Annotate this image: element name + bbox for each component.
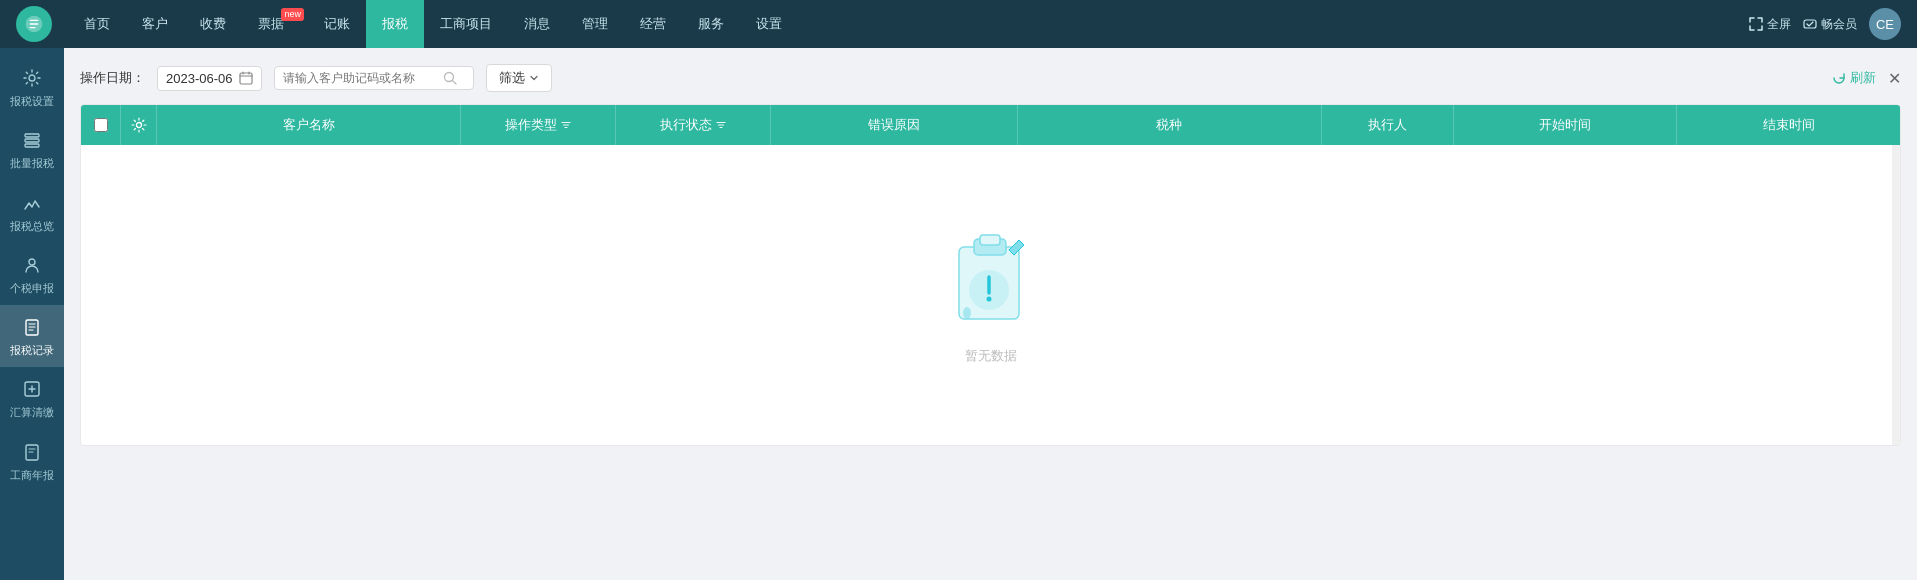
toolbar-right: 刷新 ✕ — [1832, 69, 1901, 88]
nav-items: 首页 客户 收费 票据 new 记账 报税 工商项目 消息 管理 经营 服务 设… — [68, 0, 1749, 48]
main-content: 操作日期： 2023-06-06 筛选 刷新 ✕ — [64, 48, 1917, 580]
scrollbar[interactable] — [1892, 145, 1900, 445]
refresh-button[interactable]: 刷新 — [1832, 69, 1876, 87]
empty-illustration — [941, 225, 1041, 335]
svg-point-17 — [963, 307, 971, 319]
vip-label: 畅会员 — [1821, 16, 1857, 33]
nav-item-fee[interactable]: 收费 — [184, 0, 242, 48]
main-layout: 报税设置 批量报税 报税总览 个税申报 报税记录 — [0, 48, 1917, 580]
svg-point-11 — [136, 123, 141, 128]
nav-item-message[interactable]: 消息 — [508, 0, 566, 48]
nav-item-management[interactable]: 管理 — [566, 0, 624, 48]
sidebar-item-tax-overview[interactable]: 报税总览 — [0, 181, 64, 243]
nav-item-bookkeeping[interactable]: 记账 — [308, 0, 366, 48]
svg-rect-9 — [240, 73, 252, 84]
batch-icon — [20, 128, 44, 152]
refresh-label: 刷新 — [1850, 69, 1876, 87]
filter-icon-exec-status[interactable] — [716, 120, 726, 130]
th-checkbox[interactable] — [81, 105, 121, 145]
nav-item-business[interactable]: 工商项目 — [424, 0, 508, 48]
sidebar-item-calc-submit[interactable]: 汇算清缴 — [0, 367, 64, 429]
svg-point-5 — [29, 259, 35, 265]
th-customer-name: 客户名称 — [157, 105, 461, 145]
new-badge: new — [281, 8, 304, 21]
chevron-down-icon — [529, 73, 539, 83]
sidebar-label-annual-report: 工商年报 — [10, 468, 54, 482]
th-end-time: 结束时间 — [1677, 105, 1900, 145]
svg-rect-3 — [25, 139, 39, 142]
sidebar-label-tax-overview: 报税总览 — [10, 219, 54, 233]
nav-right: 全屏 畅会员 CE — [1749, 8, 1901, 40]
nav-item-service[interactable]: 服务 — [682, 0, 740, 48]
sidebar-item-tax-settings[interactable]: 报税设置 — [0, 56, 64, 118]
sidebar: 报税设置 批量报税 报税总览 个税申报 报税记录 — [0, 48, 64, 580]
table-body: 暂无数据 — [81, 145, 1900, 445]
sidebar-label-calc-submit: 汇算清缴 — [10, 405, 54, 419]
svg-rect-0 — [1804, 20, 1816, 28]
avatar[interactable]: CE — [1869, 8, 1901, 40]
svg-rect-14 — [980, 235, 1000, 245]
date-label: 操作日期： — [80, 69, 145, 87]
table-wrap: 客户名称 操作类型 执行状态 错误原因 税种 执行人 开始时间 结束时间 — [80, 104, 1901, 446]
column-settings-icon — [131, 117, 147, 133]
th-tax-type: 税种 — [1018, 105, 1322, 145]
toolbar: 操作日期： 2023-06-06 筛选 刷新 ✕ — [80, 64, 1901, 92]
top-nav: 首页 客户 收费 票据 new 记账 报税 工商项目 消息 管理 经营 服务 设… — [0, 0, 1917, 48]
record-icon — [20, 315, 44, 339]
th-exec-status: 执行状态 — [616, 105, 771, 145]
calendar-icon — [239, 71, 253, 85]
sidebar-label-batch-tax: 批量报税 — [10, 156, 54, 170]
table-header: 客户名称 操作类型 执行状态 错误原因 税种 执行人 开始时间 结束时间 — [81, 105, 1900, 145]
date-value: 2023-06-06 — [166, 71, 233, 86]
svg-rect-2 — [25, 134, 39, 137]
nav-item-tax[interactable]: 报税 — [366, 0, 424, 48]
sidebar-item-personal-tax[interactable]: 个税申报 — [0, 243, 64, 305]
annual-icon — [20, 440, 44, 464]
th-executor: 执行人 — [1322, 105, 1454, 145]
nav-item-customer[interactable]: 客户 — [126, 0, 184, 48]
svg-rect-4 — [25, 144, 39, 147]
empty-state: 暂无数据 — [941, 185, 1041, 405]
sidebar-item-annual-report[interactable]: 工商年报 — [0, 430, 64, 492]
overview-icon — [20, 191, 44, 215]
close-button[interactable]: ✕ — [1888, 69, 1901, 88]
sidebar-label-personal-tax: 个税申报 — [10, 281, 54, 295]
date-input[interactable]: 2023-06-06 — [157, 66, 262, 91]
search-input[interactable] — [283, 71, 443, 85]
filter-button[interactable]: 筛选 — [486, 64, 552, 92]
select-all-checkbox[interactable] — [94, 118, 108, 132]
nav-item-home[interactable]: 首页 — [68, 0, 126, 48]
nav-item-invoice[interactable]: 票据 new — [242, 0, 308, 48]
svg-point-1 — [29, 75, 35, 81]
fullscreen-label: 全屏 — [1767, 16, 1791, 33]
th-op-type: 操作类型 — [461, 105, 616, 145]
th-start-time: 开始时间 — [1454, 105, 1678, 145]
svg-point-16 — [986, 297, 991, 302]
th-gear[interactable] — [121, 105, 157, 145]
filter-label: 筛选 — [499, 69, 525, 87]
nav-item-operation[interactable]: 经营 — [624, 0, 682, 48]
app-logo[interactable] — [16, 6, 52, 42]
filter-icon-op-type[interactable] — [561, 120, 571, 130]
sidebar-item-tax-record[interactable]: 报税记录 — [0, 305, 64, 367]
sidebar-label-tax-settings: 报税设置 — [10, 94, 54, 108]
calc-icon — [20, 377, 44, 401]
search-box[interactable] — [274, 66, 474, 90]
refresh-icon — [1832, 71, 1846, 85]
person-icon — [20, 253, 44, 277]
vip-button[interactable]: 畅会员 — [1803, 16, 1857, 33]
nav-item-settings[interactable]: 设置 — [740, 0, 798, 48]
sidebar-label-tax-record: 报税记录 — [10, 343, 54, 357]
empty-text: 暂无数据 — [965, 347, 1017, 365]
sidebar-item-batch-tax[interactable]: 批量报税 — [0, 118, 64, 180]
th-error-reason: 错误原因 — [771, 105, 1018, 145]
search-icon — [443, 71, 457, 85]
fullscreen-button[interactable]: 全屏 — [1749, 16, 1791, 33]
settings-icon — [20, 66, 44, 90]
